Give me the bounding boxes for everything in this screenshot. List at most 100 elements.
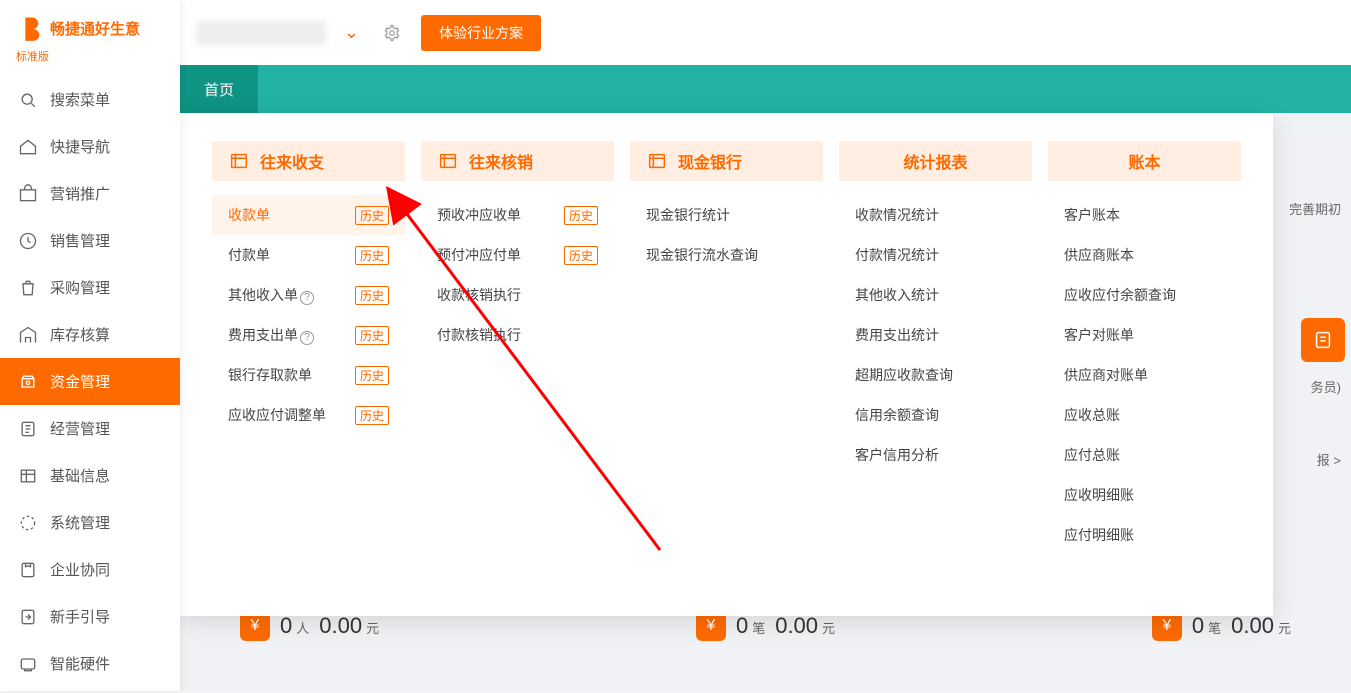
sidebar-icon-4: [18, 278, 38, 298]
history-tag[interactable]: 历史: [355, 406, 389, 425]
help-icon[interactable]: ?: [300, 331, 314, 345]
history-tag[interactable]: 历史: [355, 366, 389, 385]
sidebar-item-label: 经营管理: [50, 418, 110, 439]
brand-logo: 畅捷通好生意: [0, 0, 180, 52]
mega-link[interactable]: 现金银行统计: [630, 195, 823, 235]
history-tag[interactable]: 历史: [355, 206, 389, 225]
mega-link[interactable]: 客户信用分析: [839, 435, 1032, 475]
mega-link-label: 应收明细账: [1064, 485, 1134, 505]
sidebar-item-10[interactable]: 企业协同: [0, 546, 180, 593]
mega-column-head: 账本: [1048, 141, 1241, 181]
mega-link[interactable]: 客户对账单: [1048, 315, 1241, 355]
history-tag[interactable]: 历史: [564, 246, 598, 265]
mega-link[interactable]: 信用余额查询: [839, 395, 1032, 435]
sidebar-item-3[interactable]: 销售管理: [0, 217, 180, 264]
sidebar-item-label: 智能硬件: [50, 653, 110, 674]
settings-gear-icon[interactable]: [377, 18, 407, 48]
mega-link[interactable]: 收款核销执行: [421, 275, 614, 315]
mega-link-label: 供应商账本: [1064, 245, 1134, 265]
sidebar-item-2[interactable]: 营销推广: [0, 170, 180, 217]
mega-link-label: 客户对账单: [1064, 325, 1134, 345]
mega-link-label: 银行存取款单: [228, 365, 312, 385]
history-tag[interactable]: 历史: [564, 206, 598, 225]
mega-link[interactable]: 付款情况统计: [839, 235, 1032, 275]
right-text-line3: 务员): [1289, 371, 1341, 405]
sidebar-item-label: 系统管理: [50, 512, 110, 533]
sidebar-item-label: 新手引导: [50, 606, 110, 627]
history-tag[interactable]: 历史: [355, 286, 389, 305]
sidebar-item-6[interactable]: 资金管理: [0, 358, 180, 405]
sidebar-item-7[interactable]: 经营管理: [0, 405, 180, 452]
mega-link[interactable]: 付款核销执行: [421, 315, 614, 355]
sidebar-item-11[interactable]: 新手引导: [0, 593, 180, 640]
mega-link[interactable]: 供应商对账单: [1048, 355, 1241, 395]
mega-link[interactable]: 银行存取款单 历史: [212, 355, 405, 395]
sidebar-item-9[interactable]: 系统管理: [0, 499, 180, 546]
help-icon[interactable]: ?: [300, 291, 314, 305]
mega-link-label: 应付总账: [1064, 445, 1120, 465]
sidebar-icon-6: [18, 372, 38, 392]
mega-link-label: 其他收入单?: [228, 285, 314, 305]
tab-home[interactable]: 首页: [180, 65, 258, 113]
mega-link[interactable]: 预收冲应收单 历史: [421, 195, 614, 235]
mega-link[interactable]: 供应商账本: [1048, 235, 1241, 275]
mega-link[interactable]: 付款单历史: [212, 235, 405, 275]
sidebar-item-8[interactable]: 基础信息: [0, 452, 180, 499]
mega-column-title: 统计报表: [903, 149, 967, 173]
sidebar-item-4[interactable]: 采购管理: [0, 264, 180, 311]
sidebar-item-label: 快捷导航: [50, 136, 110, 157]
mega-link-label: 应付明细账: [1064, 525, 1134, 545]
mega-column-head: 统计报表: [839, 141, 1032, 181]
sidebar-icon-8: [18, 466, 38, 486]
history-tag[interactable]: 历史: [355, 326, 389, 345]
mega-link[interactable]: 费用支出单?历史: [212, 315, 405, 355]
mega-link-label: 其他收入统计: [855, 285, 939, 305]
mega-link-label: 收款情况统计: [855, 205, 939, 225]
mega-column-head: 现金银行: [630, 141, 823, 181]
mega-link[interactable]: 应付总账: [1048, 435, 1241, 475]
sidebar-item-12[interactable]: 智能硬件: [0, 640, 180, 687]
side-floating-icon[interactable]: [1301, 318, 1345, 362]
mega-link[interactable]: 现金银行流水查询: [630, 235, 823, 275]
industry-solution-button[interactable]: 体验行业方案: [421, 15, 541, 51]
org-dropdown-chevron-icon[interactable]: ⌄: [340, 22, 363, 43]
mega-link[interactable]: 费用支出统计: [839, 315, 1032, 355]
history-tag[interactable]: 历史: [355, 246, 389, 265]
brand-edition: 标准版: [0, 48, 180, 64]
sidebar-icon-3: [18, 231, 38, 251]
mega-link[interactable]: 其他收入统计: [839, 275, 1032, 315]
mega-column-title: 往来收支: [260, 149, 324, 173]
mega-link[interactable]: 预付冲应付单 历史: [421, 235, 614, 275]
mega-link-label: 信用余额查询: [855, 405, 939, 425]
mega-link[interactable]: 应付明细账: [1048, 515, 1241, 555]
sidebar-icon-0: [18, 90, 38, 110]
mega-link-label: 预付冲应付单: [437, 245, 521, 265]
mega-link-label: 应收总账: [1064, 405, 1120, 425]
brand-icon: [16, 14, 44, 42]
right-text-line4: 报 >: [1289, 444, 1341, 478]
mega-link-label: 付款核销执行: [437, 325, 521, 345]
mega-link[interactable]: 客户账本: [1048, 195, 1241, 235]
sidebar-item-label: 资金管理: [50, 371, 110, 392]
sidebar-nav: 搜索菜单快捷导航营销推广销售管理采购管理库存核算资金管理经营管理基础信息系统管理…: [0, 70, 180, 693]
sidebar-icon-2: [18, 184, 38, 204]
sidebar-item-0[interactable]: 搜索菜单: [0, 76, 180, 123]
mega-link-label: 现金银行流水查询: [646, 245, 758, 265]
sidebar-item-5[interactable]: 库存核算: [0, 311, 180, 358]
brand-name: 畅捷通好生意: [50, 18, 140, 39]
sidebar-icon-5: [18, 325, 38, 345]
mega-link[interactable]: 应收应付调整单历史: [212, 395, 405, 435]
mega-link[interactable]: 其他收入单? 历史: [212, 275, 405, 315]
sidebar-item-label: 营销推广: [50, 183, 110, 204]
mega-link[interactable]: 应收总账: [1048, 395, 1241, 435]
mega-menu-panel: 往来收支收款单历史付款单历史其他收入单?历史费用支出单?历史银行存取款单历史应收…: [180, 113, 1273, 616]
mega-link[interactable]: 应收应付余额查询: [1048, 275, 1241, 315]
sidebar-item-label: 企业协同: [50, 559, 110, 580]
mega-link-label: 预收冲应收单: [437, 205, 521, 225]
mega-link[interactable]: 收款单历史: [212, 195, 405, 235]
sidebar-item-1[interactable]: 快捷导航: [0, 123, 180, 170]
mega-link[interactable]: 超期应收款查询: [839, 355, 1032, 395]
mega-link[interactable]: 应收明细账: [1048, 475, 1241, 515]
mega-link-label: 客户账本: [1064, 205, 1120, 225]
mega-link[interactable]: 收款情况统计: [839, 195, 1032, 235]
